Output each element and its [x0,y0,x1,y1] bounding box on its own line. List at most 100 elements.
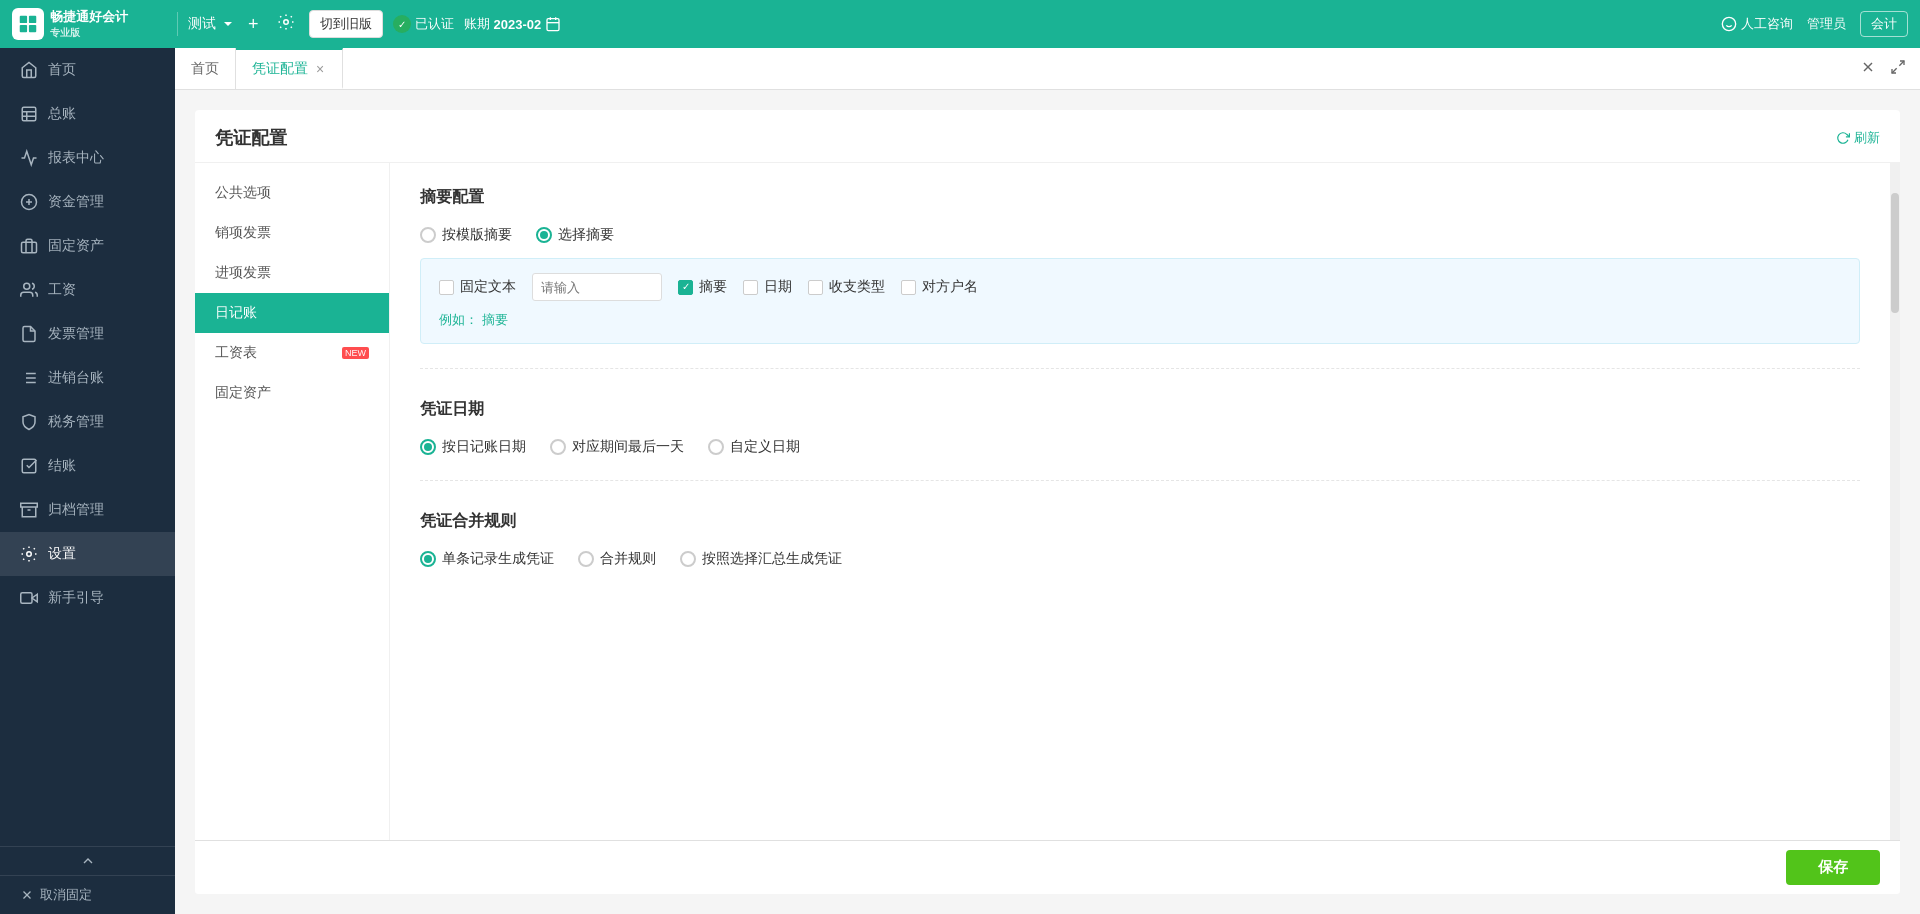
checkbox-pay-type[interactable]: 收支类型 [808,278,885,296]
checkbox-pay-type-label: 收支类型 [829,278,885,296]
svg-rect-5 [547,19,559,31]
sidebar-scroll-up-btn[interactable] [0,847,175,875]
radio-select-label: 选择摘要 [558,226,614,244]
top-bar: 畅捷通好会计 专业版 测试 + 切到旧版 ✓ 已认证 账期 2023-02 人工… [0,0,1920,48]
left-nav-sales-invoice[interactable]: 销项发票 [195,213,389,253]
left-nav-payroll[interactable]: 工资表 NEW [195,333,389,373]
service-label: 人工咨询 [1741,15,1793,33]
tab-bar: 首页 凭证配置 × [175,48,1920,90]
date-title: 凭证日期 [420,399,1860,420]
checkbox-pay-type-box [808,280,823,295]
left-nav-purchase-invoice[interactable]: 进项发票 [195,253,389,293]
sidebar-label: 税务管理 [48,413,104,431]
radio-custom-date-circle [708,439,724,455]
close-ledger-icon [20,457,38,475]
headset-icon [1721,16,1737,32]
sidebar-item-ledger[interactable]: 总账 [0,92,175,136]
sidebar-label: 资金管理 [48,193,104,211]
merge-title: 凭证合并规则 [420,511,1860,532]
svg-marker-31 [32,594,37,602]
date-section: 凭证日期 按日记账日期 对应期间最后一天 [420,399,1860,481]
tab-voucher-config[interactable]: 凭证配置 × [236,48,343,89]
radio-journal-date[interactable]: 按日记账日期 [420,438,526,456]
sidebar-item-sales[interactable]: 进销台账 [0,356,175,400]
sidebar-item-fund[interactable]: 资金管理 [0,180,175,224]
service-button[interactable]: 人工咨询 [1721,15,1793,33]
summary-config-box: 固定文本 摘要 [420,258,1860,344]
top-project[interactable]: 测试 [188,15,234,33]
left-nav-public[interactable]: 公共选项 [195,173,389,213]
radio-period-last[interactable]: 对应期间最后一天 [550,438,684,456]
content-area: 首页 凭证配置 × [175,48,1920,914]
settings-button[interactable] [273,9,299,40]
checkbox-fixed-text[interactable]: 固定文本 [439,278,516,296]
radio-period-last-circle [550,439,566,455]
sidebar-item-invoice[interactable]: 发票管理 [0,312,175,356]
sidebar-item-asset[interactable]: 固定资产 [0,224,175,268]
svg-rect-19 [22,242,37,253]
sidebar-item-salary[interactable]: 工资 [0,268,175,312]
switch-old-button[interactable]: 切到旧版 [309,10,383,38]
checkbox-counterpart[interactable]: 对方户名 [901,278,978,296]
sidebar-item-report[interactable]: 报表中心 [0,136,175,180]
scrollbar[interactable] [1890,163,1900,840]
radio-merge-rule[interactable]: 合并规则 [578,550,656,568]
radio-template[interactable]: 按模版摘要 [420,226,512,244]
checkbox-summary[interactable]: 摘要 [678,278,727,296]
sidebar-scroll: 首页 总账 报表中心 [0,48,175,846]
scrollbar-thumb [1891,193,1899,313]
radio-single-circle [420,551,436,567]
left-nav-label: 进项发票 [215,264,271,280]
left-nav-label: 销项发票 [215,224,271,240]
fixed-text-input[interactable] [532,273,662,301]
left-nav-label: 工资表 [215,344,257,362]
svg-rect-12 [22,107,36,121]
invoice-icon [20,325,38,343]
left-nav-journal[interactable]: 日记账 [195,293,389,333]
checkbox-fixed-text-box [439,280,454,295]
sales-icon [20,369,38,387]
admin-label[interactable]: 管理员 [1807,15,1846,33]
radio-custom-date-label: 自定义日期 [730,438,800,456]
logo-text: 畅捷通好会计 [50,8,128,26]
svg-point-9 [1722,17,1735,30]
left-nav-fixed-asset[interactable]: 固定资产 [195,373,389,413]
radio-merge-rule-label: 合并规则 [600,550,656,568]
archive-icon [20,501,38,519]
save-button[interactable]: 保存 [1786,850,1880,885]
radio-single[interactable]: 单条记录生成凭证 [420,550,554,568]
sidebar-item-tax[interactable]: 税务管理 [0,400,175,444]
sidebar-item-close[interactable]: 结账 [0,444,175,488]
sidebar-item-home[interactable]: 首页 [0,48,175,92]
cancel-fixed-button[interactable]: 取消固定 [0,875,175,914]
left-nav-label: 公共选项 [215,184,271,200]
role-button[interactable]: 会计 [1860,11,1908,37]
svg-line-38 [1892,68,1897,73]
radio-journal-date-circle [420,439,436,455]
checkbox-summary-box [678,280,693,295]
tab-home[interactable]: 首页 [175,48,236,89]
close-tab-button[interactable] [1856,55,1880,83]
tab-close-button[interactable]: × [314,62,326,76]
radio-single-label: 单条记录生成凭证 [442,550,554,568]
left-nav-label: 固定资产 [215,384,271,400]
fullscreen-button[interactable] [1886,55,1910,83]
chevron-down-icon [222,18,234,30]
radio-custom-date[interactable]: 自定义日期 [708,438,800,456]
top-right-area: 人工咨询 管理员 会计 [1721,11,1908,37]
left-nav: 公共选项 销项发票 进项发票 日记账 [195,163,390,840]
radio-period-last-label: 对应期间最后一天 [572,438,684,456]
calendar-icon[interactable] [545,16,561,32]
sidebar-item-archive[interactable]: 归档管理 [0,488,175,532]
logo: 畅捷通好会计 专业版 [12,8,167,40]
checkbox-date[interactable]: 日期 [743,278,792,296]
add-button[interactable]: + [244,10,263,39]
refresh-button[interactable]: 刷新 [1836,129,1880,147]
date-radio-group: 按日记账日期 对应期间最后一天 自定义日期 [420,438,1860,456]
sidebar-item-settings[interactable]: 设置 [0,532,175,576]
sidebar-label: 总账 [48,105,76,123]
checkbox-summary-label: 摘要 [699,278,727,296]
sidebar-item-guide[interactable]: 新手引导 [0,576,175,620]
radio-select[interactable]: 选择摘要 [536,226,614,244]
radio-select-merge[interactable]: 按照选择汇总生成凭证 [680,550,842,568]
